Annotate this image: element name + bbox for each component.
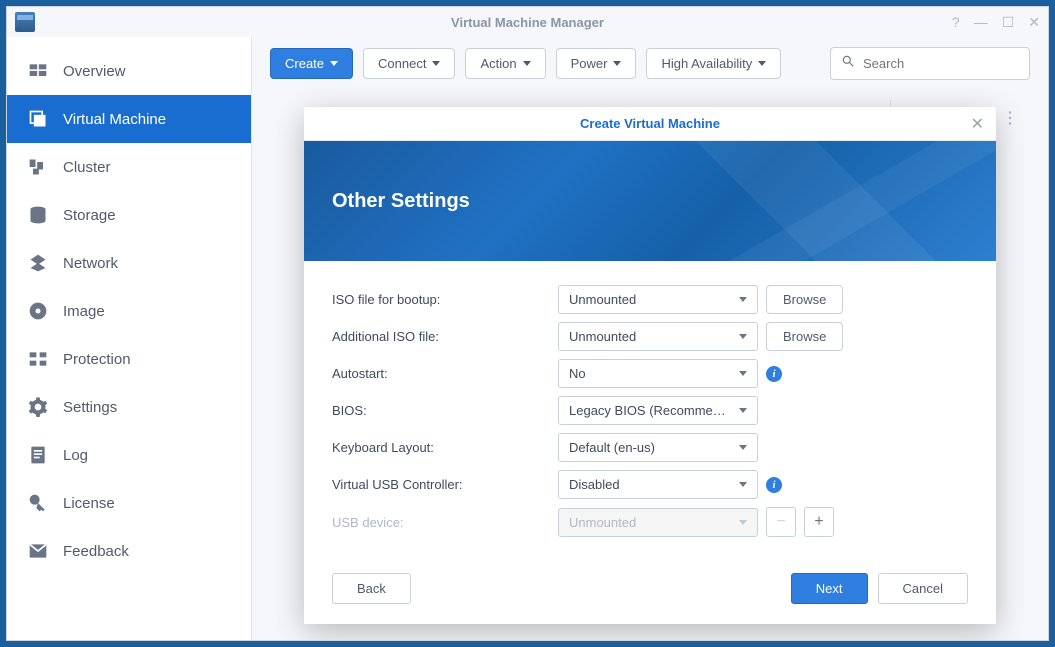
feedback-icon bbox=[27, 540, 49, 562]
log-icon bbox=[27, 444, 49, 466]
modal-subtitle: Other Settings bbox=[332, 190, 470, 213]
sidebar: Overview Virtual Machine Cluster Storage… bbox=[7, 37, 252, 640]
modal-body: ISO file for bootup: Unmounted Browse Ad… bbox=[304, 261, 996, 555]
maximize-icon[interactable]: ☐ bbox=[1002, 14, 1015, 31]
protection-icon bbox=[27, 348, 49, 370]
next-button[interactable]: Next bbox=[791, 573, 868, 604]
modal-titlebar: Create Virtual Machine ✕ bbox=[304, 107, 996, 141]
browse-iso-boot-button[interactable]: Browse bbox=[766, 285, 843, 314]
select-iso-boot[interactable]: Unmounted bbox=[558, 285, 758, 314]
chevron-down-icon bbox=[739, 408, 747, 413]
modal-header: Other Settings bbox=[304, 141, 996, 261]
sidebar-item-cluster[interactable]: Cluster bbox=[7, 143, 251, 191]
app-icon bbox=[15, 12, 35, 32]
sidebar-item-label: Cluster bbox=[63, 159, 111, 176]
sidebar-item-image[interactable]: Image bbox=[7, 287, 251, 335]
select-usb-ctrl[interactable]: Disabled bbox=[558, 470, 758, 499]
vm-icon bbox=[27, 108, 49, 130]
info-icon[interactable]: i bbox=[766, 366, 782, 382]
minimize-icon[interactable]: — bbox=[974, 14, 988, 31]
browse-iso-add-button[interactable]: Browse bbox=[766, 322, 843, 351]
select-iso-add[interactable]: Unmounted bbox=[558, 322, 758, 351]
network-icon bbox=[27, 252, 49, 274]
close-icon[interactable]: ✕ bbox=[971, 114, 984, 134]
sidebar-item-label: Storage bbox=[63, 207, 116, 224]
sidebar-item-virtual-machine[interactable]: Virtual Machine bbox=[7, 95, 251, 143]
modal-title: Create Virtual Machine bbox=[580, 116, 720, 131]
chevron-down-icon bbox=[739, 334, 747, 339]
cluster-icon bbox=[27, 156, 49, 178]
cancel-button[interactable]: Cancel bbox=[878, 573, 968, 604]
label-usb-dev: USB device: bbox=[332, 515, 558, 530]
label-autostart: Autostart: bbox=[332, 366, 558, 381]
info-icon[interactable]: i bbox=[766, 477, 782, 493]
select-keyboard[interactable]: Default (en-us) bbox=[558, 433, 758, 462]
label-iso-boot: ISO file for bootup: bbox=[332, 292, 558, 307]
sidebar-item-label: Feedback bbox=[63, 543, 129, 560]
remove-usb-button: − bbox=[766, 507, 796, 537]
chevron-down-icon bbox=[739, 520, 747, 525]
select-usb-dev: Unmounted bbox=[558, 508, 758, 537]
image-icon bbox=[27, 300, 49, 322]
settings-icon bbox=[27, 396, 49, 418]
sidebar-item-license[interactable]: License bbox=[7, 479, 251, 527]
sidebar-item-label: Image bbox=[63, 303, 105, 320]
sidebar-item-label: Virtual Machine bbox=[63, 111, 166, 128]
select-bios[interactable]: Legacy BIOS (Recommended) bbox=[558, 396, 758, 425]
create-vm-modal: Create Virtual Machine ✕ Other Settings … bbox=[304, 107, 996, 624]
sidebar-item-feedback[interactable]: Feedback bbox=[7, 527, 251, 575]
add-usb-button[interactable]: + bbox=[804, 507, 834, 537]
sidebar-item-label: Settings bbox=[63, 399, 117, 416]
app-title: Virtual Machine Manager bbox=[451, 15, 604, 30]
sidebar-item-label: Protection bbox=[63, 351, 131, 368]
sidebar-item-storage[interactable]: Storage bbox=[7, 191, 251, 239]
back-button[interactable]: Back bbox=[332, 573, 411, 604]
sidebar-item-label: Network bbox=[63, 255, 118, 272]
titlebar: Virtual Machine Manager ? — ☐ ✕ bbox=[7, 7, 1048, 37]
label-usb-ctrl: Virtual USB Controller: bbox=[332, 477, 558, 492]
overview-icon bbox=[27, 60, 49, 82]
storage-icon bbox=[27, 204, 49, 226]
chevron-down-icon bbox=[739, 482, 747, 487]
sidebar-item-settings[interactable]: Settings bbox=[7, 383, 251, 431]
sidebar-item-network[interactable]: Network bbox=[7, 239, 251, 287]
sidebar-item-log[interactable]: Log bbox=[7, 431, 251, 479]
label-keyboard: Keyboard Layout: bbox=[332, 440, 558, 455]
chevron-down-icon bbox=[739, 445, 747, 450]
app-window: Virtual Machine Manager ? — ☐ ✕ Overview… bbox=[6, 6, 1049, 641]
help-icon[interactable]: ? bbox=[952, 14, 960, 31]
sidebar-item-protection[interactable]: Protection bbox=[7, 335, 251, 383]
modal-footer: Back Next Cancel bbox=[304, 555, 996, 624]
sidebar-item-overview[interactable]: Overview bbox=[7, 47, 251, 95]
label-bios: BIOS: bbox=[332, 403, 558, 418]
license-icon bbox=[27, 492, 49, 514]
sidebar-item-label: Overview bbox=[63, 63, 126, 80]
select-autostart[interactable]: No bbox=[558, 359, 758, 388]
modal-overlay: Create Virtual Machine ✕ Other Settings … bbox=[252, 37, 1048, 640]
sidebar-item-label: Log bbox=[63, 447, 88, 464]
label-iso-add: Additional ISO file: bbox=[332, 329, 558, 344]
chevron-down-icon bbox=[739, 371, 747, 376]
close-window-icon[interactable]: ✕ bbox=[1028, 14, 1040, 31]
main-area: Create Connect Action Power High Availab… bbox=[252, 37, 1048, 640]
sidebar-item-label: License bbox=[63, 495, 115, 512]
chevron-down-icon bbox=[739, 297, 747, 302]
